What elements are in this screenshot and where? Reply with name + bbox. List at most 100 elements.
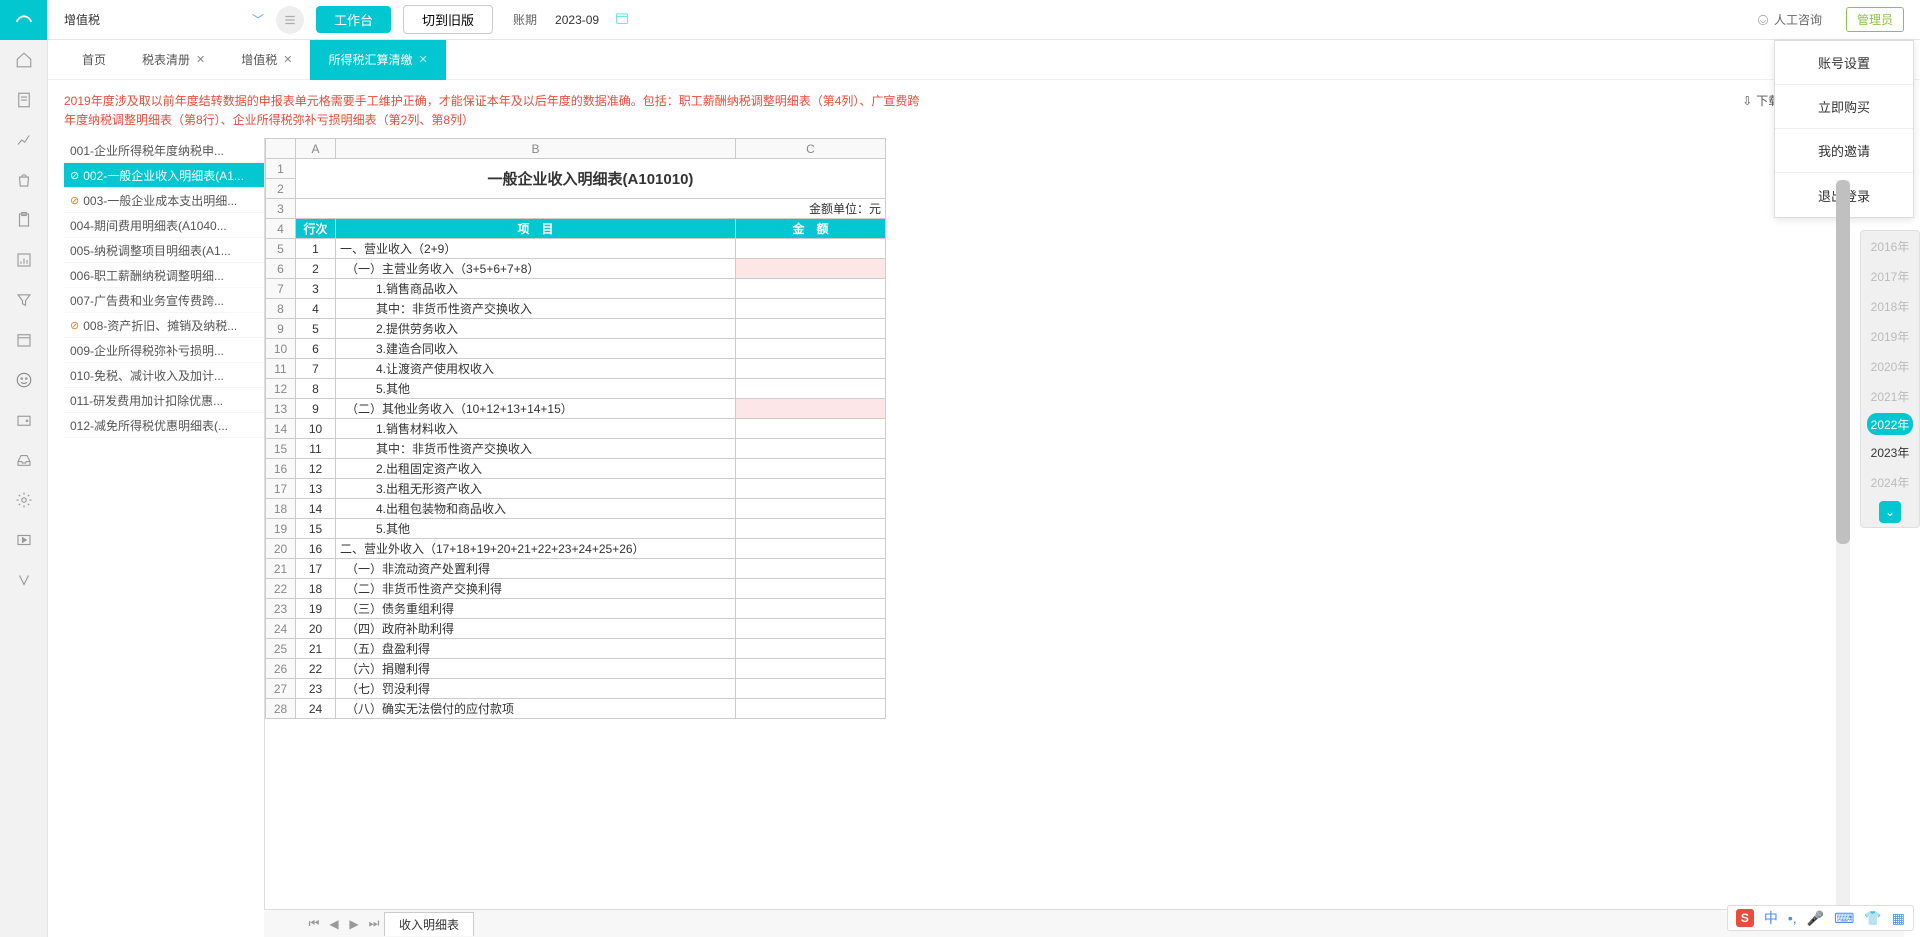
- cell-amount[interactable]: [736, 279, 886, 299]
- nav-filter-icon[interactable]: [0, 280, 47, 320]
- nav-v-icon[interactable]: [0, 560, 47, 600]
- row-header[interactable]: 25: [266, 639, 296, 659]
- cell-rownum[interactable]: 2: [296, 259, 336, 279]
- cell-item[interactable]: （三）债务重组利得: [336, 599, 736, 619]
- tab-2[interactable]: 增值税✕: [223, 40, 310, 80]
- cell-item[interactable]: 1.销售商品收入: [336, 279, 736, 299]
- report-item-11[interactable]: 012-减免所得税优惠明细表(...: [64, 413, 264, 438]
- cell-rownum[interactable]: 3: [296, 279, 336, 299]
- ime-punct-icon[interactable]: •,: [1788, 910, 1797, 926]
- row-header[interactable]: 17: [266, 479, 296, 499]
- row-header[interactable]: 5: [266, 239, 296, 259]
- app-logo[interactable]: [0, 0, 47, 40]
- report-item-6[interactable]: 007-广告费和业务宣传费跨...: [64, 288, 264, 313]
- cell-rownum[interactable]: 12: [296, 459, 336, 479]
- cell-amount[interactable]: [736, 579, 886, 599]
- nav-wallet-icon[interactable]: [0, 400, 47, 440]
- cell-item[interactable]: （二）非货币性资产交换利得: [336, 579, 736, 599]
- row-header[interactable]: 9: [266, 319, 296, 339]
- year-2022年[interactable]: 2022年: [1867, 413, 1913, 435]
- cell-item[interactable]: （七）罚没利得: [336, 679, 736, 699]
- calendar-icon[interactable]: [615, 11, 629, 28]
- cell-rownum[interactable]: 8: [296, 379, 336, 399]
- row-header[interactable]: 1: [266, 159, 296, 179]
- cell-item[interactable]: 4.让渡资产使用权收入: [336, 359, 736, 379]
- nav-video-icon[interactable]: [0, 520, 47, 560]
- cell-rownum[interactable]: 22: [296, 659, 336, 679]
- cell-rownum[interactable]: 14: [296, 499, 336, 519]
- ime-skin-icon[interactable]: 👕: [1864, 910, 1881, 927]
- cell-amount[interactable]: [736, 599, 886, 619]
- cell-rownum[interactable]: 9: [296, 399, 336, 419]
- row-header[interactable]: 26: [266, 659, 296, 679]
- row-header[interactable]: 27: [266, 679, 296, 699]
- ime-keyboard-icon[interactable]: ⌨: [1834, 910, 1854, 927]
- year-2021年[interactable]: 2021年: [1861, 381, 1919, 411]
- cell-item[interactable]: （二）其他业务收入（10+12+13+14+15）: [336, 399, 736, 419]
- sheet-nav-last-icon[interactable]: ⏭: [364, 916, 384, 931]
- cell-amount[interactable]: [736, 399, 886, 419]
- cell-amount[interactable]: [736, 439, 886, 459]
- row-header[interactable]: 6: [266, 259, 296, 279]
- cell-item[interactable]: 1.销售材料收入: [336, 419, 736, 439]
- year-2017年[interactable]: 2017年: [1861, 261, 1919, 291]
- report-item-3[interactable]: 004-期间费用明细表(A1040...: [64, 213, 264, 238]
- cell-amount[interactable]: [736, 339, 886, 359]
- cell-amount[interactable]: [736, 559, 886, 579]
- cell-item[interactable]: 二、营业外收入（17+18+19+20+21+22+23+24+25+26）: [336, 539, 736, 559]
- cell-rownum[interactable]: 15: [296, 519, 336, 539]
- sheet-nav-first-icon[interactable]: ⏮: [304, 916, 324, 931]
- cell-amount[interactable]: [736, 299, 886, 319]
- report-item-9[interactable]: 010-免税、减计收入及加计...: [64, 363, 264, 388]
- row-header[interactable]: 15: [266, 439, 296, 459]
- ime-mic-icon[interactable]: 🎤: [1807, 910, 1824, 927]
- switch-old-button[interactable]: 切到旧版: [403, 5, 493, 34]
- row-header[interactable]: 22: [266, 579, 296, 599]
- list-toggle-icon[interactable]: [276, 6, 304, 34]
- report-item-0[interactable]: 001-企业所得税年度纳税申...: [64, 138, 264, 163]
- close-icon[interactable]: ✕: [283, 53, 292, 66]
- cell-item[interactable]: 4.出租包装物和商品收入: [336, 499, 736, 519]
- row-header[interactable]: 23: [266, 599, 296, 619]
- user-menu-item-0[interactable]: 账号设置: [1775, 41, 1913, 85]
- nav-home-icon[interactable]: [0, 40, 47, 80]
- row-header[interactable]: 28: [266, 699, 296, 719]
- cell-item[interactable]: 2.出租固定资产收入: [336, 459, 736, 479]
- cell-item[interactable]: 5.其他: [336, 519, 736, 539]
- cell-item[interactable]: （一）非流动资产处置利得: [336, 559, 736, 579]
- row-header[interactable]: 11: [266, 359, 296, 379]
- module-selector[interactable]: 增值税 ﹀: [64, 11, 264, 28]
- cell-amount[interactable]: [736, 239, 886, 259]
- cell-amount[interactable]: [736, 639, 886, 659]
- cell-rownum[interactable]: 19: [296, 599, 336, 619]
- year-2023年[interactable]: 2023年: [1861, 437, 1919, 467]
- cell-amount[interactable]: [736, 659, 886, 679]
- year-2019年[interactable]: 2019年: [1861, 321, 1919, 351]
- report-item-8[interactable]: 009-企业所得税弥补亏损明...: [64, 338, 264, 363]
- row-header[interactable]: 18: [266, 499, 296, 519]
- col-header-C[interactable]: C: [736, 139, 886, 159]
- nav-bag-icon[interactable]: [0, 160, 47, 200]
- close-icon[interactable]: ✕: [196, 53, 205, 66]
- report-item-10[interactable]: 011-研发费用加计扣除优惠...: [64, 388, 264, 413]
- period-value[interactable]: 2023-09: [555, 13, 599, 27]
- cell-rownum[interactable]: 16: [296, 539, 336, 559]
- row-header[interactable]: 2: [266, 179, 296, 199]
- spreadsheet[interactable]: ABC1一般企业收入明细表(A101010)23金额单位：元4行次项 目金 额5…: [264, 138, 1904, 909]
- user-menu-item-1[interactable]: 立即购买: [1775, 85, 1913, 129]
- year-2018年[interactable]: 2018年: [1861, 291, 1919, 321]
- cell-rownum[interactable]: 11: [296, 439, 336, 459]
- report-item-2[interactable]: ⊘003-一般企业成本支出明细...: [64, 188, 264, 213]
- row-header[interactable]: 8: [266, 299, 296, 319]
- cell-item[interactable]: 3.建造合同收入: [336, 339, 736, 359]
- cell-rownum[interactable]: 18: [296, 579, 336, 599]
- ime-lang[interactable]: 中: [1764, 908, 1778, 928]
- cell-rownum[interactable]: 4: [296, 299, 336, 319]
- cell-item[interactable]: 5.其他: [336, 379, 736, 399]
- nav-gear-icon[interactable]: [0, 480, 47, 520]
- sheet-tab[interactable]: 收入明细表: [384, 912, 474, 936]
- cell-amount[interactable]: [736, 359, 886, 379]
- cell-rownum[interactable]: 5: [296, 319, 336, 339]
- nav-smile-icon[interactable]: [0, 360, 47, 400]
- row-header[interactable]: 10: [266, 339, 296, 359]
